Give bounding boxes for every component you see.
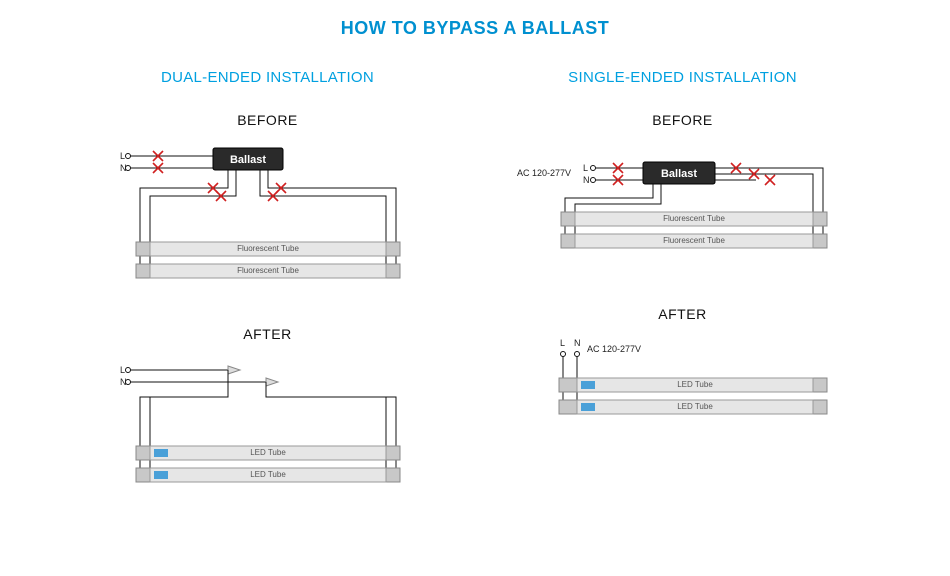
section-single-after: AFTER L N AC 120-277V [523, 306, 843, 442]
tube-label: Fluorescent Tube [663, 236, 725, 245]
column-dual-ended: DUAL-ENDED INSTALLATION BEFORE L N [60, 69, 475, 530]
diagram-dual-after: L N [118, 352, 418, 502]
section-title-dual-after: AFTER [243, 326, 291, 342]
label-l: L [583, 163, 588, 173]
section-title-dual-before: BEFORE [237, 112, 298, 128]
section-dual-after: AFTER L N [118, 326, 418, 502]
tube-label: LED Tube [677, 402, 713, 411]
label-l: L [120, 365, 125, 375]
ballast-label: Ballast [660, 168, 696, 180]
label-n: N [120, 163, 127, 173]
tube-label: Fluorescent Tube [237, 244, 299, 253]
label-l: L [560, 338, 565, 348]
column-single-ended: SINGLE-ENDED INSTALLATION BEFORE AC 120-… [475, 69, 890, 530]
ac-label: AC 120-277V [587, 344, 641, 354]
section-dual-before: BEFORE L N Ballast [118, 112, 418, 298]
label-n: N [574, 338, 581, 348]
diagram-single-before: AC 120-277V L N Ballast [513, 138, 853, 278]
diagram-grid: DUAL-ENDED INSTALLATION BEFORE L N [0, 39, 950, 530]
page-title: HOW TO BYPASS A BALLAST [0, 0, 950, 39]
section-title-single-after: AFTER [658, 306, 706, 322]
column-title-single: SINGLE-ENDED INSTALLATION [568, 69, 797, 86]
section-title-single-before: BEFORE [652, 112, 713, 128]
tube-label: Fluorescent Tube [663, 214, 725, 223]
section-single-before: BEFORE AC 120-277V L N Ballast [513, 112, 853, 278]
diagram-dual-before: L N Ballast [118, 138, 418, 298]
diagram-single-after: L N AC 120-277V LED Tube [523, 332, 843, 442]
tube-label: LED Tube [250, 470, 286, 479]
label-l: L [120, 151, 125, 161]
column-title-dual: DUAL-ENDED INSTALLATION [161, 69, 374, 86]
tube-label: Fluorescent Tube [237, 266, 299, 275]
ballast-label: Ballast [229, 154, 265, 166]
ac-label: AC 120-277V [517, 168, 571, 178]
tube-label: LED Tube [250, 448, 286, 457]
label-n: N [120, 377, 127, 387]
label-n: N [583, 175, 590, 185]
tube-label: LED Tube [677, 380, 713, 389]
